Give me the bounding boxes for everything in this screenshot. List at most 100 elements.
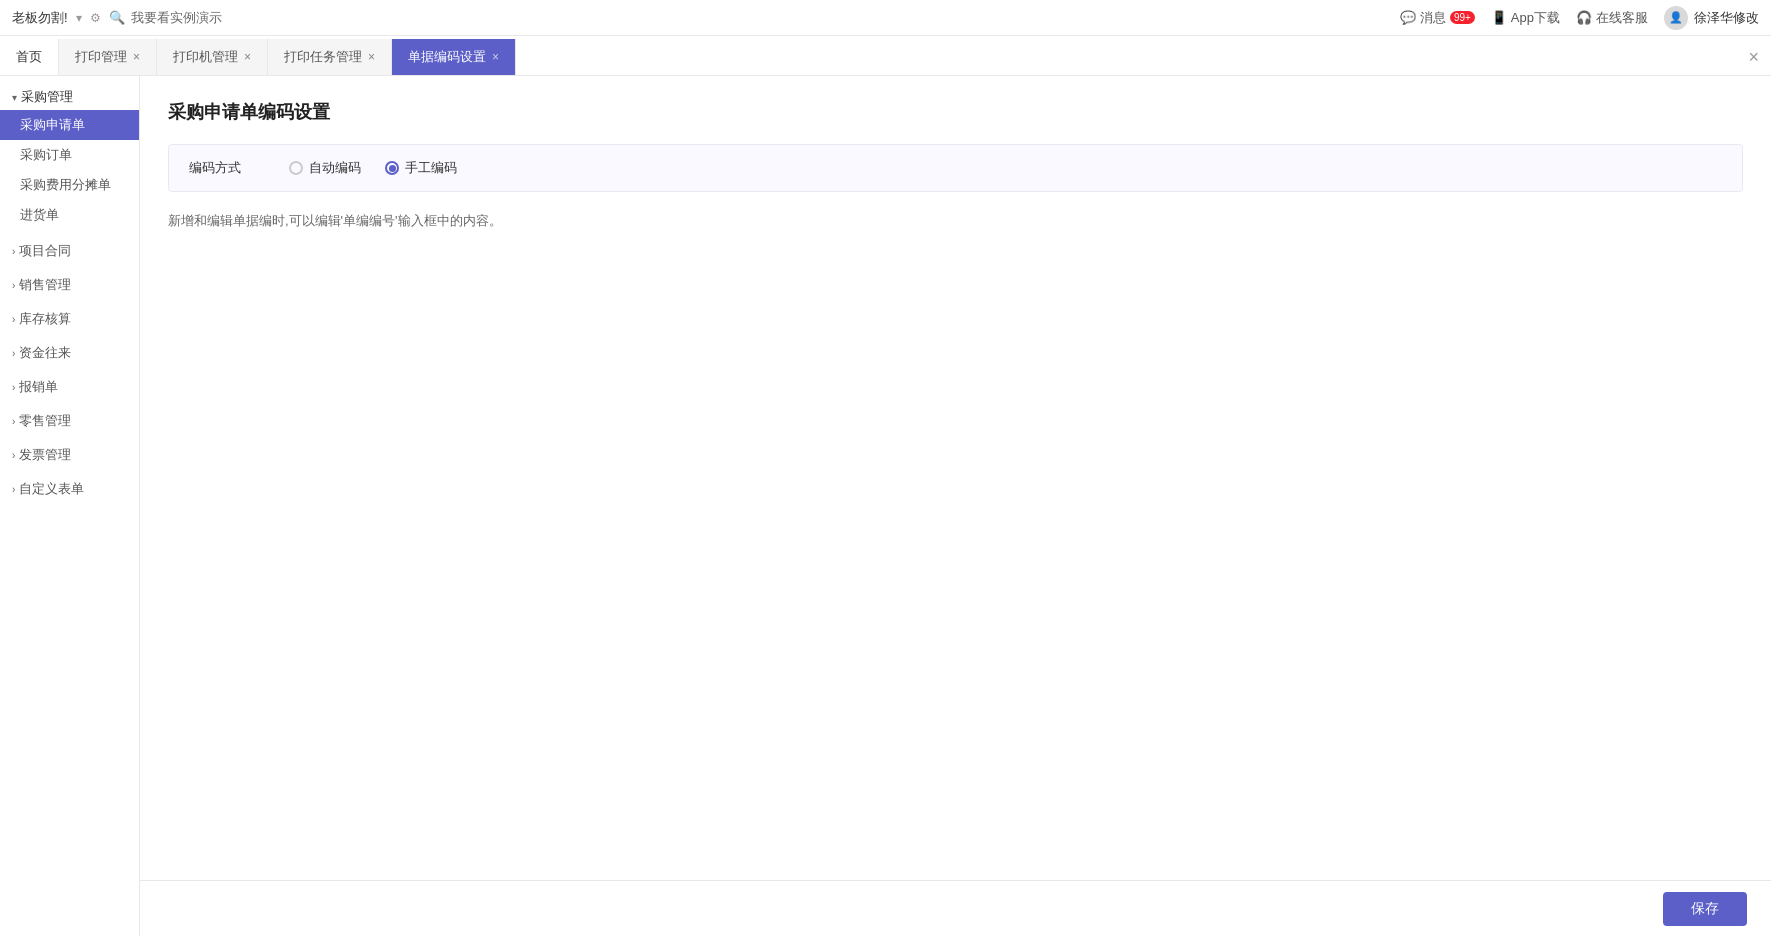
sidebar-group-sales-label: 销售管理 (19, 276, 71, 294)
radio-manual-encoding[interactable]: 手工编码 (385, 159, 457, 177)
sidebar-item-purchase-order[interactable]: 采购订单 (0, 140, 139, 170)
sidebar-group-invoice-title[interactable]: › 发票管理 (0, 438, 139, 468)
arrow-icon: ▾ (12, 92, 17, 103)
arrow-icon: › (12, 382, 15, 393)
arrow-icon: › (12, 280, 15, 291)
tab-printer-manage-close[interactable]: × (244, 50, 251, 64)
tab-print-task-manage-close[interactable]: × (368, 50, 375, 64)
sidebar-group-capital-title[interactable]: › 资金往来 (0, 336, 139, 366)
footer-bar: 保存 (140, 880, 1771, 936)
sidebar-group-custom-form-label: 自定义表单 (19, 480, 84, 498)
radio-manual-label: 手工编码 (405, 159, 457, 177)
tab-bar: 首页 打印管理 × 打印机管理 × 打印任务管理 × 单据编码设置 × × (0, 36, 1771, 76)
message-label: 消息 (1420, 9, 1446, 27)
tab-bar-close-all[interactable]: × (1748, 47, 1759, 68)
sidebar-group-custom-form-title[interactable]: › 自定义表单 (0, 472, 139, 502)
sidebar-item-purchase-request[interactable]: 采购申请单 (0, 110, 139, 140)
sidebar-group-inventory-title[interactable]: › 库存核算 (0, 302, 139, 332)
sidebar: ▾ 采购管理 采购申请单 采购订单 采购费用分摊单 进货单 › 项目合同 (0, 76, 140, 936)
top-bar-left: 老板勿割! ▾ ⚙ 🔍 我要看实例演示 (12, 9, 222, 27)
dropdown-icon[interactable]: ▾ (76, 11, 82, 25)
arrow-icon: › (12, 314, 15, 325)
radio-auto-label: 自动编码 (309, 159, 361, 177)
sidebar-group-return: › 报销单 (0, 370, 139, 400)
page-title: 采购申请单编码设置 (168, 100, 1743, 124)
arrow-icon: › (12, 484, 15, 495)
sidebar-group-inventory: › 库存核算 (0, 302, 139, 332)
sidebar-group-capital: › 资金往来 (0, 336, 139, 366)
sidebar-group-purchase: ▾ 采购管理 采购申请单 采购订单 采购费用分摊单 进货单 (0, 80, 139, 230)
tab-home-label: 首页 (16, 48, 42, 66)
sidebar-item-purchase-request-label: 采购申请单 (20, 116, 85, 134)
online-service-action[interactable]: 🎧 在线客服 (1576, 9, 1648, 27)
app-title: 老板勿割! (12, 9, 68, 27)
sidebar-group-return-label: 报销单 (19, 378, 58, 396)
sidebar-group-purchase-label: 采购管理 (21, 88, 73, 106)
radio-group-encoding: 自动编码 手工编码 (289, 159, 457, 177)
sidebar-item-purchase-expense-label: 采购费用分摊单 (20, 176, 111, 194)
tab-printer-manage[interactable]: 打印机管理 × (157, 39, 268, 75)
sidebar-group-capital-label: 资金往来 (19, 344, 71, 362)
main-layout: ▾ 采购管理 采购申请单 采购订单 采购费用分摊单 进货单 › 项目合同 (0, 76, 1771, 936)
sidebar-group-project-contract: › 项目合同 (0, 234, 139, 264)
avatar: 👤 (1664, 6, 1688, 30)
sidebar-group-retail-label: 零售管理 (19, 412, 71, 430)
top-bar: 老板勿割! ▾ ⚙ 🔍 我要看实例演示 💬 消息 99+ 📱 App下载 🎧 在… (0, 0, 1771, 36)
sidebar-group-purchase-title[interactable]: ▾ 采购管理 (0, 80, 139, 110)
encoding-label: 编码方式 (189, 159, 249, 177)
online-service-label: 在线客服 (1596, 9, 1648, 27)
settings-icon[interactable]: ⚙ (90, 11, 101, 25)
search-icon: 🔍 (109, 10, 125, 25)
sidebar-group-project-contract-title[interactable]: › 项目合同 (0, 234, 139, 264)
sidebar-group-custom-form: › 自定义表单 (0, 472, 139, 502)
sidebar-item-purchase-expense[interactable]: 采购费用分摊单 (0, 170, 139, 200)
sidebar-group-invoice-label: 发票管理 (19, 446, 71, 464)
radio-manual-circle (385, 161, 399, 175)
tab-single-code-setting[interactable]: 单据编码设置 × (392, 39, 516, 75)
sidebar-group-inventory-label: 库存核算 (19, 310, 71, 328)
encoding-section: 编码方式 自动编码 手工编码 (168, 144, 1743, 192)
tab-single-code-setting-label: 单据编码设置 (408, 48, 486, 66)
description-text: 新增和编辑单据编时,可以编辑'单编编号'输入框中的内容。 (168, 208, 1743, 234)
user-info[interactable]: 👤 徐泽华修改 (1664, 6, 1759, 30)
sidebar-group-sales: › 销售管理 (0, 268, 139, 298)
top-bar-right: 💬 消息 99+ 📱 App下载 🎧 在线客服 👤 徐泽华修改 (1400, 6, 1759, 30)
content-inner: 采购申请单编码设置 编码方式 自动编码 手工编码 (140, 76, 1771, 880)
search-text: 我要看实例演示 (131, 9, 222, 27)
radio-auto-encoding[interactable]: 自动编码 (289, 159, 361, 177)
arrow-icon: › (12, 450, 15, 461)
sidebar-group-retail-title[interactable]: › 零售管理 (0, 404, 139, 434)
sidebar-group-retail: › 零售管理 (0, 404, 139, 434)
message-icon: 💬 (1400, 10, 1416, 25)
message-badge: 99+ (1450, 11, 1475, 24)
headset-icon: 🎧 (1576, 10, 1592, 25)
tab-print-manage[interactable]: 打印管理 × (59, 39, 157, 75)
arrow-icon: › (12, 246, 15, 257)
sidebar-group-invoice: › 发票管理 (0, 438, 139, 468)
app-download-icon: 📱 (1491, 10, 1507, 25)
tab-print-task-manage-label: 打印任务管理 (284, 48, 362, 66)
arrow-icon: › (12, 348, 15, 359)
save-button[interactable]: 保存 (1663, 892, 1747, 926)
sidebar-group-project-contract-label: 项目合同 (19, 242, 71, 260)
app-download-label: App下载 (1511, 9, 1560, 27)
tab-home[interactable]: 首页 (0, 39, 59, 75)
sidebar-item-goods-receipt-label: 进货单 (20, 206, 59, 224)
content-area: 采购申请单编码设置 编码方式 自动编码 手工编码 (140, 76, 1771, 936)
user-name: 徐泽华修改 (1694, 9, 1759, 27)
arrow-icon: › (12, 416, 15, 427)
message-action[interactable]: 💬 消息 99+ (1400, 9, 1475, 27)
sidebar-item-goods-receipt[interactable]: 进货单 (0, 200, 139, 230)
tab-print-manage-close[interactable]: × (133, 50, 140, 64)
radio-auto-circle (289, 161, 303, 175)
app-download-action[interactable]: 📱 App下载 (1491, 9, 1560, 27)
tab-bar-wrapper: 首页 打印管理 × 打印机管理 × 打印任务管理 × 单据编码设置 × × (0, 39, 1771, 75)
tab-print-manage-label: 打印管理 (75, 48, 127, 66)
sidebar-item-purchase-order-label: 采购订单 (20, 146, 72, 164)
tab-printer-manage-label: 打印机管理 (173, 48, 238, 66)
sidebar-group-sales-title[interactable]: › 销售管理 (0, 268, 139, 298)
sidebar-group-return-title[interactable]: › 报销单 (0, 370, 139, 400)
tab-single-code-setting-close[interactable]: × (492, 50, 499, 64)
tab-print-task-manage[interactable]: 打印任务管理 × (268, 39, 392, 75)
search-bar[interactable]: 🔍 我要看实例演示 (109, 9, 222, 27)
